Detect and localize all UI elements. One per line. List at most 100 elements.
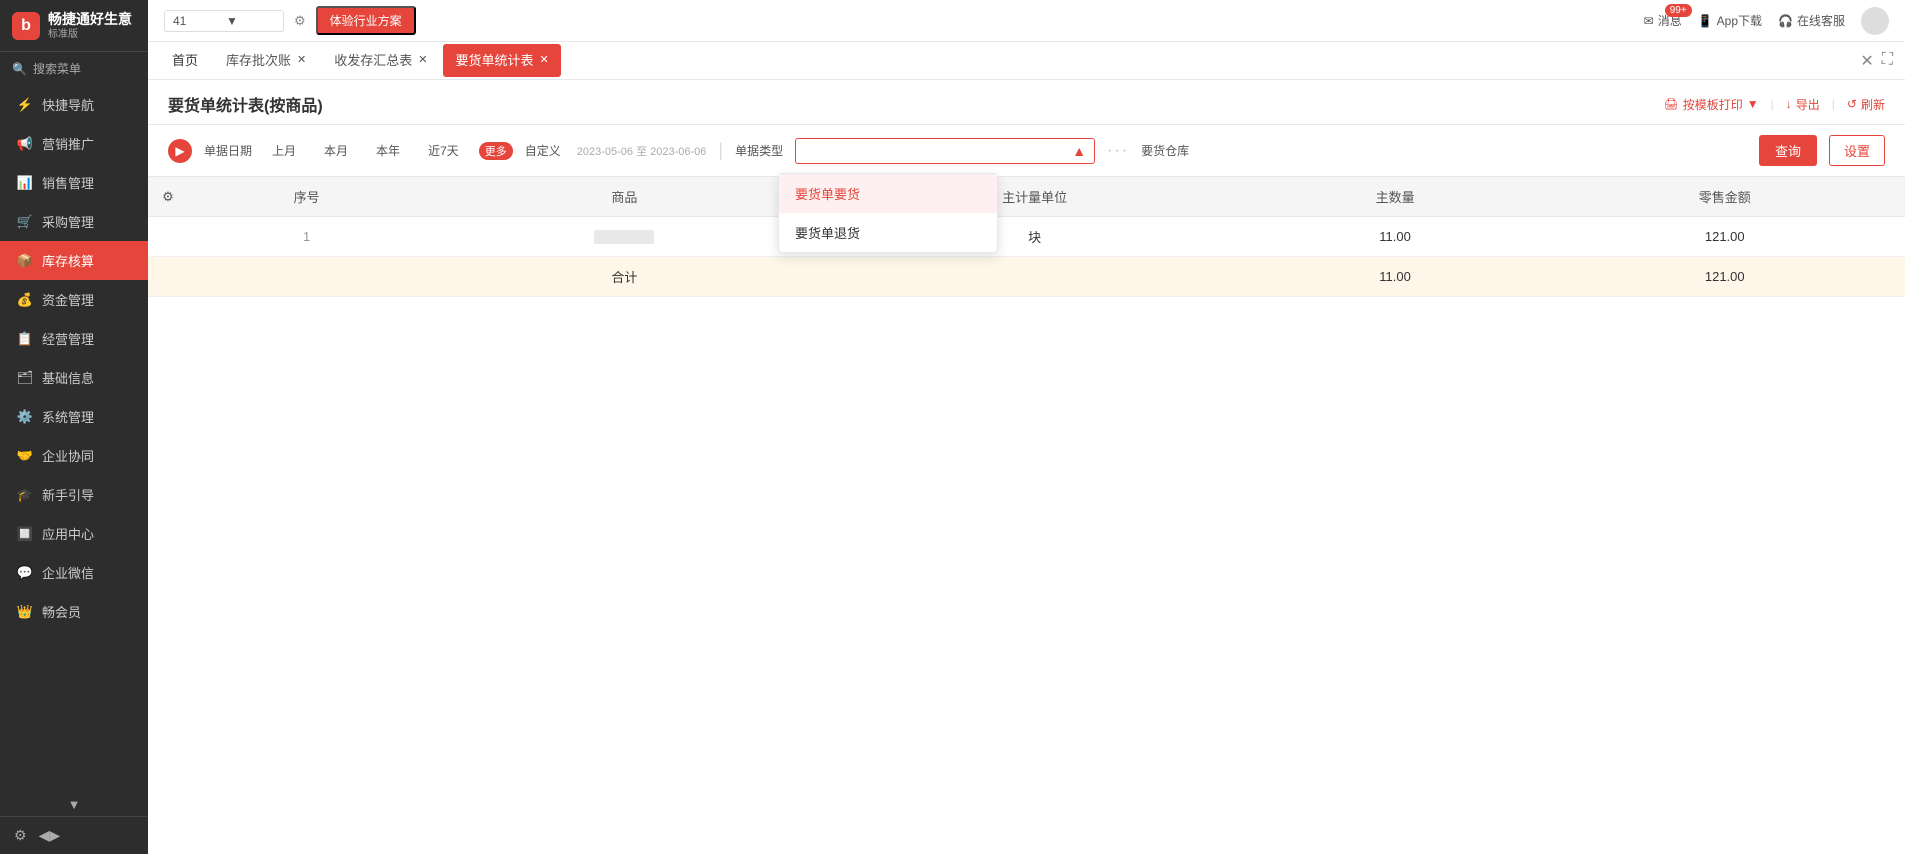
avatar[interactable] (1861, 7, 1889, 35)
export-btn[interactable]: ↓ 导出 (1786, 96, 1820, 113)
tab-inventory-batch[interactable]: 库存批次账 ✕ (214, 44, 318, 77)
last-7-days-btn[interactable]: 近7天 (420, 139, 467, 162)
app-download-btn[interactable]: 📱 App下载 (1698, 12, 1762, 29)
sidebar-search[interactable]: 🔍 搜索菜单 (0, 52, 148, 85)
this-year-btn[interactable]: 本年 (368, 139, 408, 162)
sidebar-item-label: 库存核算 (42, 251, 94, 270)
tab-receivable-summary[interactable]: 收发存汇总表 ✕ (322, 44, 439, 77)
last-month-btn[interactable]: 上月 (264, 139, 304, 162)
row-quantity[interactable]: 11.00 (1246, 217, 1545, 257)
online-service-btn[interactable]: 🎧 在线客服 (1778, 12, 1845, 29)
tab-order-stats[interactable]: 要货单统计表 ✕ (443, 44, 560, 77)
close-icon[interactable]: ✕ (418, 53, 427, 66)
sidebar-bottom: ⚙ ◀▶ (0, 816, 148, 854)
more-date-badge[interactable]: 更多 (479, 142, 513, 160)
type-filter-input[interactable] (804, 144, 1072, 158)
sidebar-item-member[interactable]: 👑 畅会员 (0, 592, 148, 631)
sidebar-scroll-down[interactable]: ▼ (0, 793, 148, 816)
sidebar-item-system[interactable]: ⚙️ 系统管理 (0, 397, 148, 436)
sidebar-item-basic[interactable]: 🗂 基础信息 (0, 358, 148, 397)
messages-btn[interactable]: ✉ 消息 99+ (1644, 12, 1682, 29)
sidebar-item-wecom[interactable]: 💬 企业微信 (0, 553, 148, 592)
store-number: 41 (173, 14, 222, 28)
sidebar-item-quick-nav[interactable]: ⚡ 快捷导航 (0, 85, 148, 124)
close-all-icon[interactable]: ✕ (1860, 51, 1873, 71)
sidebar-item-label: 营销推广 (42, 134, 94, 153)
query-btn[interactable]: 查询 (1759, 135, 1817, 166)
sidebar-item-guide[interactable]: 🎓 新手引导 (0, 475, 148, 514)
chevron-up-icon[interactable]: ▲ (1072, 143, 1086, 159)
row-index: 1 (188, 217, 425, 257)
date-range-display: 2023-05-06 至 2023-06-06 (577, 143, 707, 159)
dropdown-item-order-goods[interactable]: 要货单要货 (779, 174, 997, 213)
app-download-label: App下载 (1717, 12, 1762, 29)
settings-icon[interactable]: ⚙ (14, 827, 27, 844)
more-filter-btn[interactable]: ··· (1107, 142, 1129, 160)
date-filter-label: 单据日期 (204, 142, 252, 159)
print-label: 按模板打印 (1683, 96, 1743, 113)
total-amount: 121.00 (1544, 257, 1905, 297)
member-icon: 👑 (16, 604, 34, 620)
print-icon: 🖨 (1664, 97, 1679, 111)
maximize-icon[interactable]: ⛶ (1882, 51, 1893, 71)
sidebar-item-finance[interactable]: 💰 资金管理 (0, 280, 148, 319)
close-icon[interactable]: ✕ (297, 53, 306, 66)
sidebar-item-enterprise[interactable]: 🤝 企业协同 (0, 436, 148, 475)
gear-icon[interactable]: ⚙ (294, 13, 306, 29)
refresh-icon: ↺ (1847, 97, 1857, 111)
total-quantity: 11.00 (1246, 257, 1545, 297)
table-header-row: ⚙ 序号 商品 主计量单位 主数量 零售金额 (148, 177, 1905, 217)
tab-home[interactable]: 首页 (160, 44, 210, 77)
col-settings[interactable]: ⚙ (148, 177, 188, 217)
chevron-down-icon: ▼ (1747, 97, 1759, 111)
dropdown-item-order-return[interactable]: 要货单退货 (779, 213, 997, 252)
sidebar-item-marketing[interactable]: 📢 营销推广 (0, 124, 148, 163)
page-title: 要货单统计表(按商品) (168, 92, 323, 116)
basic-icon: 🗂 (16, 370, 34, 386)
sidebar-item-label: 基础信息 (42, 368, 94, 387)
chevron-down-icon: ▼ (68, 797, 81, 812)
total-row: 合计 11.00 121.00 (148, 257, 1905, 297)
page-content: 要货单统计表(按商品) 🖨 按模板打印 ▼ | ↓ 导出 | ↺ 刷新 (148, 80, 1905, 854)
sidebar-item-purchase[interactable]: 🛒 采购管理 (0, 202, 148, 241)
col-quantity: 主数量 (1246, 177, 1545, 217)
warehouse-filter-label: 要货仓库 (1141, 142, 1189, 159)
table-area: ⚙ 序号 商品 主计量单位 主数量 零售金额 1 (148, 177, 1905, 854)
custom-date-btn[interactable]: 自定义 (525, 142, 561, 159)
app-version: 标准版 (48, 28, 132, 41)
col-product: 商品 (425, 177, 823, 217)
sidebar-item-sales[interactable]: 📊 销售管理 (0, 163, 148, 202)
table-row: 1 块 11.00 121.00 (148, 217, 1905, 257)
sidebar-item-inventory[interactable]: 📦 库存核算 (0, 241, 148, 280)
finance-icon: 💰 (16, 292, 34, 308)
this-month-btn[interactable]: 本月 (316, 139, 356, 162)
refresh-label: 刷新 (1861, 96, 1885, 113)
page-title-bar: 要货单统计表(按商品) 🖨 按模板打印 ▼ | ↓ 导出 | ↺ 刷新 (148, 80, 1905, 125)
collapse-icon[interactable]: ◀▶ (39, 827, 61, 844)
store-selector[interactable]: 41 ▼ (164, 10, 284, 32)
sidebar-item-appstore[interactable]: 🔲 应用中心 (0, 514, 148, 553)
sidebar-item-label: 快捷导航 (42, 95, 94, 114)
sidebar-item-label: 应用中心 (42, 524, 94, 543)
sidebar-item-label: 畅会员 (42, 602, 81, 621)
sidebar-item-label: 系统管理 (42, 407, 94, 426)
close-icon[interactable]: ✕ (540, 53, 549, 66)
print-btn[interactable]: 🖨 按模板打印 ▼ (1664, 96, 1759, 113)
type-filter-label: 单据类型 (735, 142, 783, 159)
settings-btn[interactable]: 设置 (1829, 135, 1885, 166)
search-label: 搜索菜单 (33, 60, 81, 77)
filter-toggle-btn[interactable]: ▶ (168, 139, 192, 163)
sales-icon: 📊 (16, 175, 34, 191)
type-filter-input-wrapper: ▲ (795, 138, 1095, 164)
service-icon: 🎧 (1778, 14, 1793, 28)
system-icon: ⚙️ (16, 409, 34, 425)
sidebar-item-label: 企业微信 (42, 563, 94, 582)
app-name: 畅捷通好生意 (48, 10, 132, 28)
promo-button[interactable]: 体验行业方案 (316, 6, 416, 35)
dropdown-item-label: 要货单退货 (795, 226, 860, 241)
sidebar-item-label: 经营管理 (42, 329, 94, 348)
sidebar-item-operations[interactable]: 📋 经营管理 (0, 319, 148, 358)
messages-badge: 99+ (1665, 4, 1692, 17)
refresh-btn[interactable]: ↺ 刷新 (1847, 96, 1885, 113)
row-amount[interactable]: 121.00 (1544, 217, 1905, 257)
